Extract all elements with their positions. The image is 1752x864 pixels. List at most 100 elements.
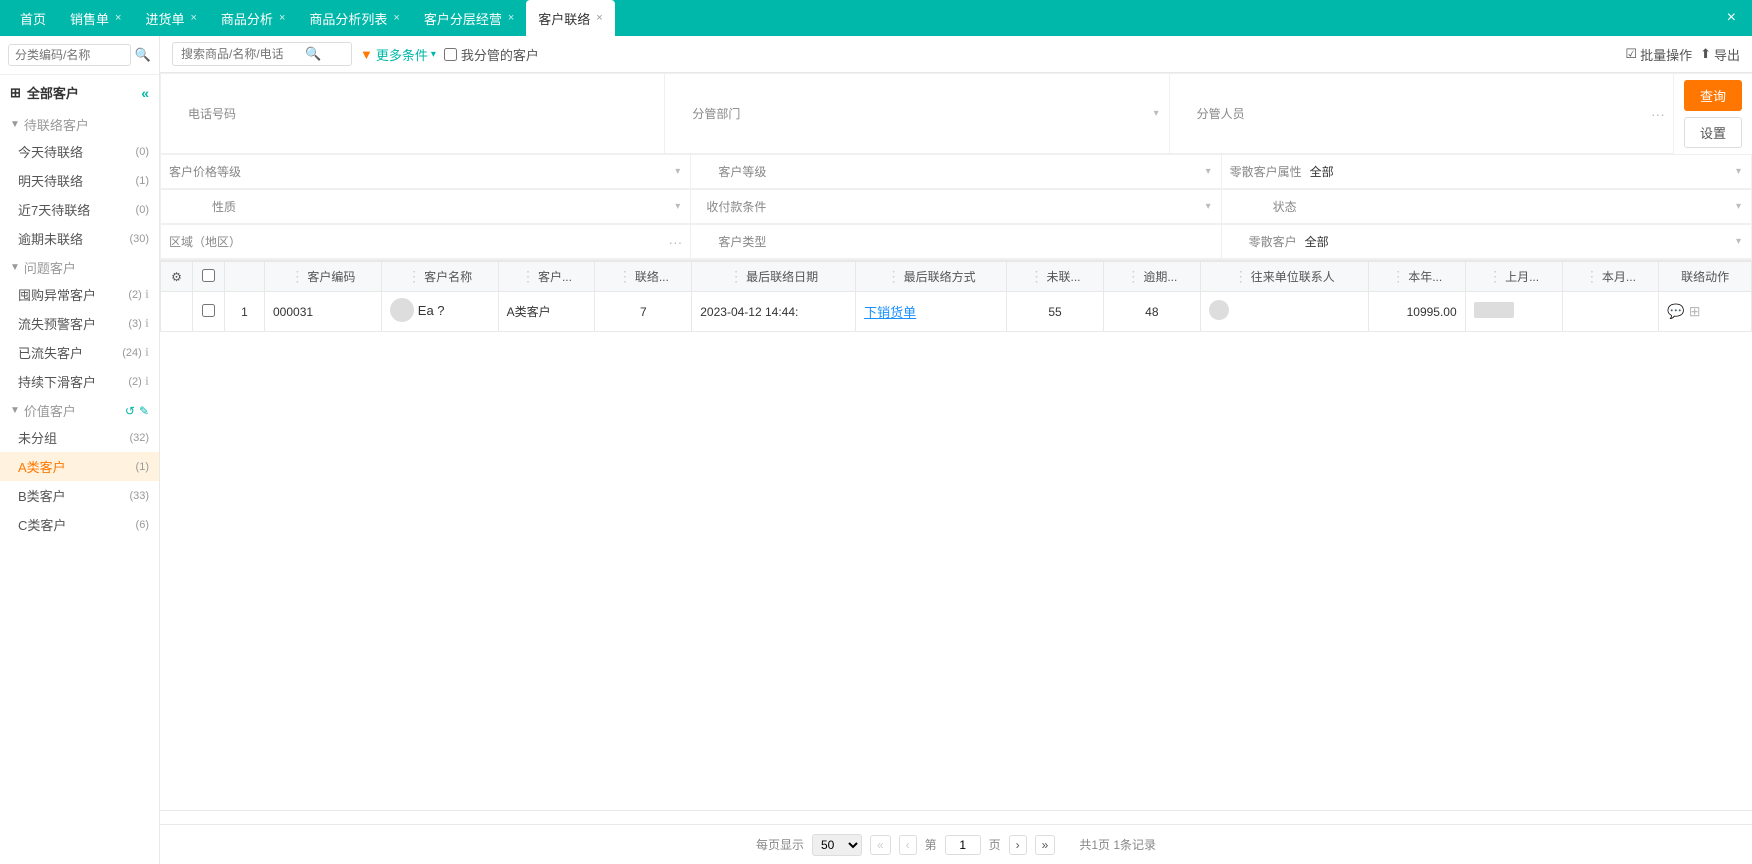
- nav-sales[interactable]: 销售单 ×: [58, 0, 133, 36]
- export-icon: ⬆: [1700, 46, 1711, 62]
- page-input[interactable]: [945, 835, 981, 855]
- sidebar-section-pending[interactable]: ▼ 待联络客户: [0, 110, 159, 137]
- last-page-btn[interactable]: »: [1035, 835, 1056, 855]
- close-purchase-tab[interactable]: ×: [190, 12, 196, 24]
- price-level-arrow[interactable]: ▾: [673, 164, 682, 179]
- dept-dropdown-icon[interactable]: ▾: [1152, 106, 1161, 121]
- retail-arrow[interactable]: ▾: [1734, 234, 1743, 249]
- close-analysis-tab[interactable]: ×: [279, 12, 285, 24]
- col-header-name[interactable]: 客户名称: [381, 262, 498, 292]
- sidebar-section-value[interactable]: ▼ 价值客户 ↺ ✎: [0, 396, 159, 423]
- sidebar-unclassified[interactable]: 未分组 (32): [0, 423, 159, 452]
- status-arrow[interactable]: ▾: [1734, 199, 1743, 214]
- row-checkbox[interactable]: [202, 304, 215, 317]
- query-button[interactable]: 查询: [1684, 80, 1742, 111]
- contact-avatar: [1209, 300, 1229, 320]
- data-table: ⚙ 客户编码 客户名称 客户... 联络... 最后联络日期 最后联络方式 未联…: [160, 261, 1752, 332]
- prev-page-btn[interactable]: ‹: [899, 835, 917, 855]
- col-header-last-method[interactable]: 最后联络方式: [856, 262, 1007, 292]
- per-page-select[interactable]: 50 100 200: [812, 834, 862, 856]
- sidebar-grid-icon: ⊞: [10, 85, 21, 101]
- sidebar-tomorrow-contact[interactable]: 明天待联络 (1): [0, 166, 159, 195]
- filter-dept: 分管部门 ▾: [665, 74, 1169, 154]
- sidebar-churned[interactable]: 已流失客户 (24) ℹ: [0, 338, 159, 367]
- payment-arrow[interactable]: ▾: [1204, 199, 1213, 214]
- my-customers-checkbox[interactable]: [444, 48, 457, 61]
- nav-analysis-list[interactable]: 商品分析列表 ×: [297, 0, 411, 36]
- triangle-icon: ▼: [10, 119, 20, 130]
- payment-input[interactable]: [774, 200, 1203, 214]
- dept-input[interactable]: [748, 107, 1151, 121]
- retail-input[interactable]: [1305, 235, 1734, 249]
- sidebar-declining[interactable]: 持续下滑客户 (2) ℹ: [0, 367, 159, 396]
- col-header-overdue[interactable]: 逾期...: [1103, 262, 1200, 292]
- region-input[interactable]: [249, 235, 668, 249]
- close-contact-tab[interactable]: ×: [596, 12, 602, 24]
- sidebar-section-problem[interactable]: ▼ 问题客户: [0, 253, 159, 280]
- my-customers-check[interactable]: 我分管的客户: [444, 45, 539, 64]
- col-header-contact[interactable]: 联络...: [595, 262, 692, 292]
- nav-home[interactable]: 首页: [8, 0, 58, 36]
- sidebar-churn-warning[interactable]: 流失预警客户 (3) ℹ: [0, 309, 159, 338]
- close-sales-tab[interactable]: ×: [115, 12, 121, 24]
- nature-arrow[interactable]: ▾: [673, 199, 682, 214]
- manager-input[interactable]: [1253, 107, 1651, 121]
- sidebar-class-a[interactable]: A类客户 (1): [0, 452, 159, 481]
- scrollbar-area[interactable]: [160, 810, 1752, 824]
- filter-search-input[interactable]: [181, 47, 301, 61]
- close-segment-tab[interactable]: ×: [508, 12, 514, 24]
- col-header-settings[interactable]: ⚙: [161, 262, 193, 292]
- sidebar-all-customers[interactable]: ⊞ 全部客户 «: [0, 75, 159, 110]
- row-check: [193, 292, 225, 332]
- col-header-contacts[interactable]: 往来单位联系人: [1200, 262, 1368, 292]
- col-header-last-month[interactable]: 上月...: [1465, 262, 1562, 292]
- row-qr-icon[interactable]: ⊞: [1689, 303, 1701, 320]
- region-dots-icon[interactable]: ···: [668, 234, 682, 250]
- sidebar-collapse-btn[interactable]: «: [141, 85, 149, 101]
- col-header-this-month[interactable]: 本月...: [1562, 262, 1659, 292]
- nav-customer-contact[interactable]: 客户联络 ×: [526, 0, 614, 36]
- row-last-method[interactable]: 下销货单: [856, 292, 1007, 332]
- edit-icon[interactable]: ✎: [139, 404, 149, 418]
- sidebar-search-icon[interactable]: 🔍: [135, 47, 151, 63]
- batch-op-btn[interactable]: ☑ 批量操作: [1625, 45, 1692, 64]
- nav-analysis[interactable]: 商品分析 ×: [209, 0, 297, 36]
- phone-input[interactable]: [244, 107, 656, 121]
- status-input[interactable]: [1305, 200, 1734, 214]
- more-filters-btn[interactable]: ▼ 更多条件 ▾: [360, 45, 436, 64]
- nav-customer-segment[interactable]: 客户分层经营 ×: [412, 0, 526, 36]
- retail-attr-input[interactable]: [1310, 165, 1734, 179]
- nature-input[interactable]: [244, 200, 673, 214]
- sidebar-class-c[interactable]: C类客户 (6): [0, 510, 159, 539]
- sidebar-hoarding[interactable]: 囤购异常客户 (2) ℹ: [0, 280, 159, 309]
- manager-dots-icon[interactable]: ···: [1651, 106, 1665, 122]
- export-btn[interactable]: ⬆ 导出: [1700, 45, 1740, 64]
- sidebar-overdue-contact[interactable]: 逾期未联络 (30): [0, 224, 159, 253]
- sidebar-7days-contact[interactable]: 近7天待联络 (0): [0, 195, 159, 224]
- refresh-icon[interactable]: ↺: [125, 404, 135, 418]
- price-level-input[interactable]: [249, 165, 673, 179]
- row-this-month: [1562, 292, 1659, 332]
- close-main-btn[interactable]: ×: [1719, 9, 1744, 27]
- row-name: Ea ?: [381, 292, 498, 332]
- customer-type-input[interactable]: [774, 235, 1212, 249]
- first-page-btn[interactable]: «: [870, 835, 891, 855]
- row-message-icon[interactable]: 💬: [1667, 303, 1684, 320]
- col-header-last-date[interactable]: 最后联络日期: [692, 262, 856, 292]
- col-header-this-year[interactable]: 本年...: [1368, 262, 1465, 292]
- sidebar-today-contact[interactable]: 今天待联络 (0): [0, 137, 159, 166]
- col-header-code[interactable]: 客户编码: [265, 262, 382, 292]
- sidebar-class-b[interactable]: B类客户 (33): [0, 481, 159, 510]
- close-analysis-list-tab[interactable]: ×: [393, 12, 399, 24]
- customer-level-input[interactable]: [774, 165, 1203, 179]
- col-header-type[interactable]: 客户...: [498, 262, 595, 292]
- retail-attr-arrow[interactable]: ▾: [1734, 164, 1743, 179]
- nav-purchase[interactable]: 进货单 ×: [133, 0, 208, 36]
- next-page-btn[interactable]: ›: [1009, 835, 1027, 855]
- customer-level-arrow[interactable]: ▾: [1204, 164, 1213, 179]
- select-all-checkbox[interactable]: [202, 269, 215, 282]
- settings-button[interactable]: 设置: [1684, 117, 1742, 148]
- sidebar-search-input[interactable]: [8, 44, 131, 66]
- col-header-no-contact[interactable]: 未联...: [1007, 262, 1104, 292]
- search-icon-filter[interactable]: 🔍: [305, 46, 321, 62]
